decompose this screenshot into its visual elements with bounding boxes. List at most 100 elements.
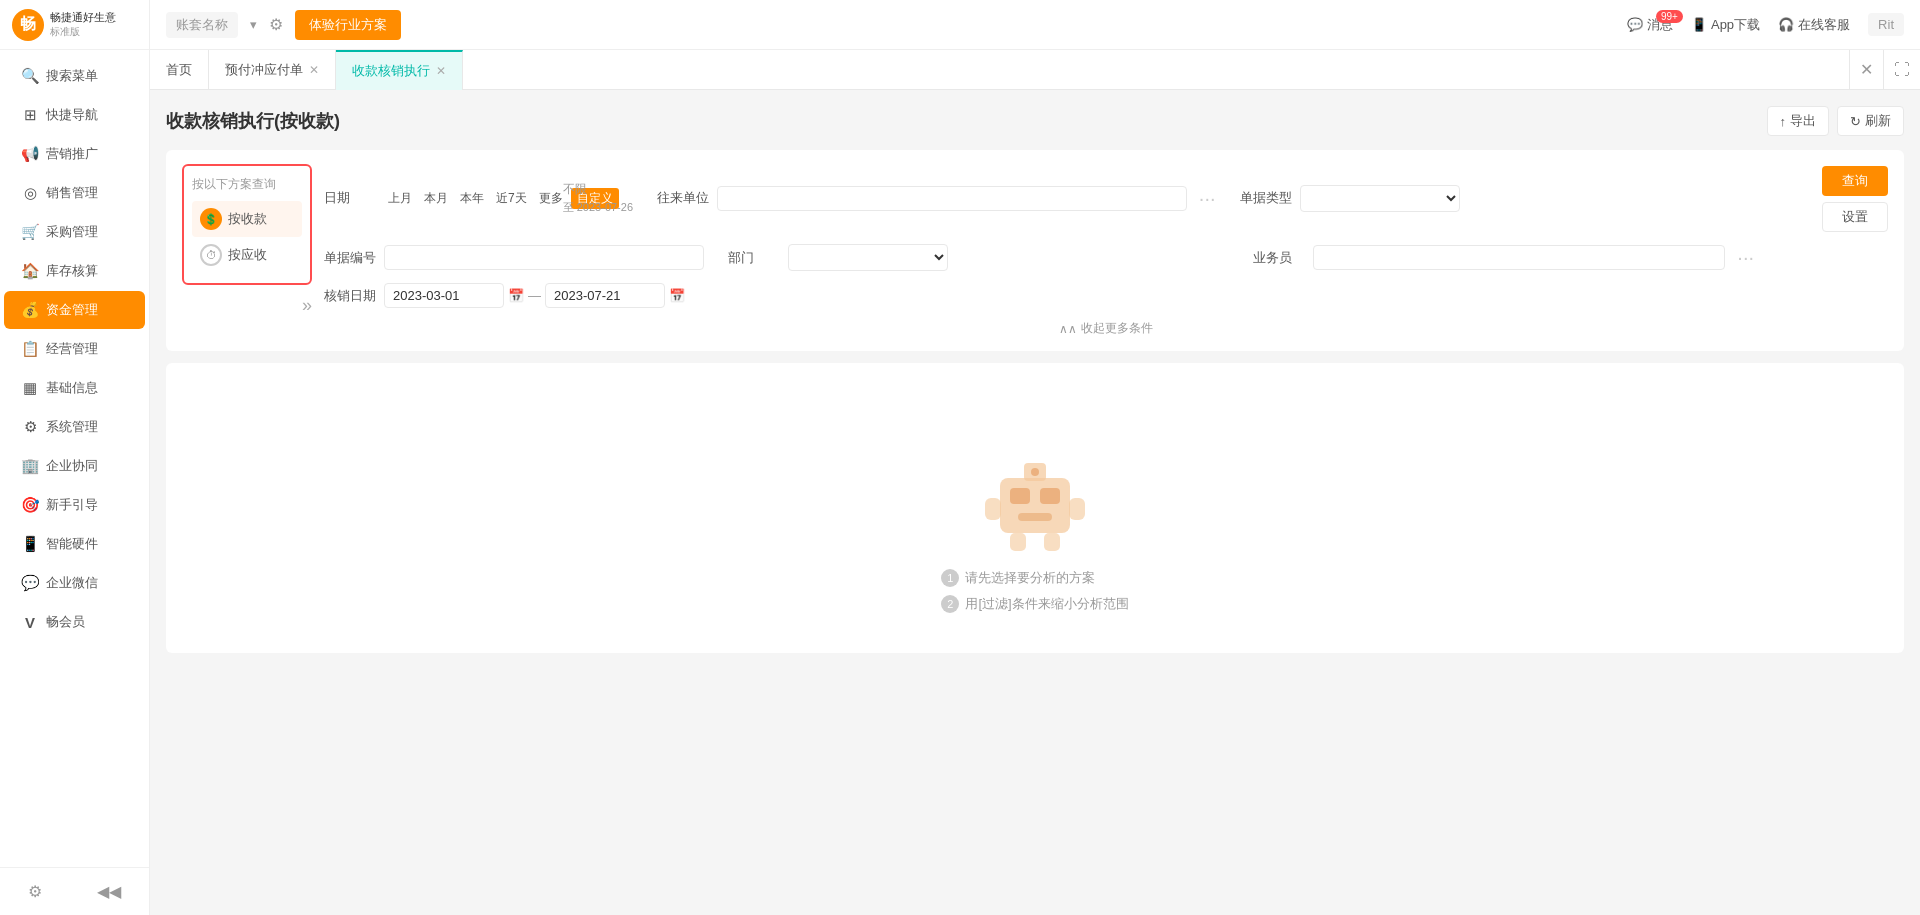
verify-date-start-input[interactable] [384,283,504,308]
collapse-more-conditions[interactable]: ∧∧ 收起更多条件 [324,320,1888,337]
sidebar: 畅 畅捷通好生意 标准版 🔍 搜索菜单 ⊞ 快捷导航 📢 营销推广 ◎ 销售管理… [0,0,150,915]
svg-rect-7 [1069,498,1085,520]
bill-type-label: 单据类型 [1240,189,1292,207]
tab-prepay[interactable]: 预付冲应付单 ✕ [209,50,336,90]
sidebar-item-wechat[interactable]: 💬 企业微信 [4,564,145,602]
sidebar-item-search-label: 搜索菜单 [46,67,98,85]
dept-select[interactable] [788,244,948,271]
search-icon: 🔍 [20,67,40,85]
online-service-button[interactable]: 🎧 在线客服 [1778,16,1850,34]
verify-date-start-cal-icon[interactable]: 📅 [508,288,524,303]
export-button[interactable]: ↑ 导出 [1767,106,1830,136]
counterpart-more-icon[interactable]: ··· [1199,187,1216,210]
close-tab-icon[interactable]: ✕ [1849,50,1883,90]
export-icon: ↑ [1780,114,1787,129]
industry-solution-button[interactable]: 体验行业方案 [295,10,401,40]
svg-rect-3 [1018,513,1052,521]
sidebar-nav: 🔍 搜索菜单 ⊞ 快捷导航 📢 营销推广 ◎ 销售管理 🛒 采购管理 🏠 库存核… [0,50,149,867]
empty-tip-2: 2 用[过滤]条件来缩小分析范围 [941,595,1128,613]
topbar: 账套名称 ▾ ⚙ 体验行业方案 💬 消息 99+ 📱 App下载 🎧 在线客服 … [150,0,1920,50]
sidebar-item-operation[interactable]: 📋 经营管理 [4,330,145,368]
page-title: 收款核销执行(按收款) [166,109,340,133]
last-month-btn[interactable]: 上月 [384,188,416,209]
sidebar-item-guide[interactable]: 🎯 新手引导 [4,486,145,524]
filter-option-receipt[interactable]: 💲 按收款 [192,201,302,237]
last-7-days-btn[interactable]: 近7天 [492,188,531,209]
verify-date-end-cal-icon[interactable]: 📅 [669,288,685,303]
sidebar-item-purchase-label: 采购管理 [46,223,98,241]
sidebar-item-search[interactable]: 🔍 搜索菜单 [4,57,145,95]
svg-rect-0 [1000,478,1070,533]
counterpart-input[interactable] [717,186,1187,211]
phone-icon: 📱 [1691,17,1707,32]
salesman-more-icon[interactable]: ··· [1737,246,1754,269]
sidebar-item-purchase[interactable]: 🛒 采购管理 [4,213,145,251]
sidebar-item-basic[interactable]: ▦ 基础信息 [4,369,145,407]
sidebar-item-basic-label: 基础信息 [46,379,98,397]
bill-no-input[interactable] [384,245,704,270]
filter-area: 按以下方案查询 💲 按收款 ⏱ 按应收 » 日期 [166,150,1904,351]
sidebar-item-marketing[interactable]: 📢 营销推广 [4,135,145,173]
payable-option-label: 按应收 [228,246,267,264]
sidebar-item-sales[interactable]: ◎ 销售管理 [4,174,145,212]
app-download-button[interactable]: 📱 App下载 [1691,16,1760,34]
tab-receipt[interactable]: 收款核销执行 ✕ [336,50,463,90]
tip-num-1: 1 [941,569,959,587]
sidebar-item-quick[interactable]: ⊞ 快捷导航 [4,96,145,134]
message-badge: 99+ [1656,10,1683,23]
receipt-option-label: 按收款 [228,210,267,228]
salesman-input[interactable] [1313,245,1725,270]
message-button[interactable]: 💬 消息 99+ [1627,16,1673,34]
page-header: 收款核销执行(按收款) ↑ 导出 ↻ 刷新 [166,106,1904,136]
bill-type-select[interactable] [1300,185,1460,212]
sidebar-item-inventory[interactable]: 🏠 库存核算 [4,252,145,290]
collapse-sidebar-icon[interactable]: ◀◀ [89,878,129,905]
sales-icon: ◎ [20,184,40,202]
filter-option-payable[interactable]: ⏱ 按应收 [192,237,302,273]
content-area: 1 请先选择要分析的方案 2 用[过滤]条件来缩小分析范围 [166,363,1904,653]
settings-icon[interactable]: ⚙ [269,15,283,34]
sidebar-item-enterprise[interactable]: 🏢 企业协同 [4,447,145,485]
salesman-filter-group: 业务员 ··· [1253,245,1754,270]
expand-tabs-icon[interactable]: ⛶ [1883,50,1920,90]
tab-prepay-close-icon[interactable]: ✕ [309,63,319,77]
svg-rect-9 [1044,533,1060,551]
quick-icon: ⊞ [20,106,40,124]
sidebar-item-hardware[interactable]: 📱 智能硬件 [4,525,145,563]
user-name: Rit [1868,13,1904,36]
sidebar-item-system-label: 系统管理 [46,418,98,436]
main-area: 账套名称 ▾ ⚙ 体验行业方案 💬 消息 99+ 📱 App下载 🎧 在线客服 … [150,0,1920,915]
verify-date-separator: — [528,288,541,303]
counterpart-label: 往来单位 [657,189,709,207]
sidebar-bottom: ⚙ ◀◀ [0,867,149,915]
collapse-arrow-icon: ∧∧ [1059,322,1077,336]
account-dropdown-icon[interactable]: ▾ [250,17,257,32]
bill-type-filter-group: 单据类型 ··· [1240,185,1799,212]
export-label: 导出 [1790,112,1816,130]
verify-date-end-input[interactable] [545,283,665,308]
bill-no-filter-group: 单据编号 [324,245,704,270]
this-month-btn[interactable]: 本月 [420,188,452,209]
refresh-button[interactable]: ↻ 刷新 [1837,106,1904,136]
page-content: 收款核销执行(按收款) ↑ 导出 ↻ 刷新 按以下方案查询 💲 [150,90,1920,915]
collapse-label: 收起更多条件 [1081,320,1153,337]
dept-label: 部门 [728,249,780,267]
this-year-btn[interactable]: 本年 [456,188,488,209]
sidebar-item-finance[interactable]: 💰 资金管理 [4,291,145,329]
settings-bottom-icon[interactable]: ⚙ [20,878,50,905]
query-button[interactable]: 查询 [1822,166,1888,196]
tab-receipt-close-icon[interactable]: ✕ [436,64,446,78]
svg-rect-2 [1040,488,1060,504]
inventory-icon: 🏠 [20,262,40,280]
payable-option-icon: ⏱ [200,244,222,266]
sidebar-item-system[interactable]: ⚙ 系统管理 [4,408,145,446]
filter-row-3: 核销日期 📅 — 📅 [324,283,1888,308]
svg-point-5 [1031,468,1039,476]
svg-rect-6 [985,498,1001,520]
tab-home[interactable]: 首页 [150,50,209,90]
setting-button[interactable]: 设置 [1822,202,1888,232]
filter-sidebar-collapse-icon[interactable]: » [182,295,312,316]
sidebar-item-quick-label: 快捷导航 [46,106,98,124]
date-no-limit: 不限 [563,181,587,198]
sidebar-item-member[interactable]: V 畅会员 [4,603,145,641]
